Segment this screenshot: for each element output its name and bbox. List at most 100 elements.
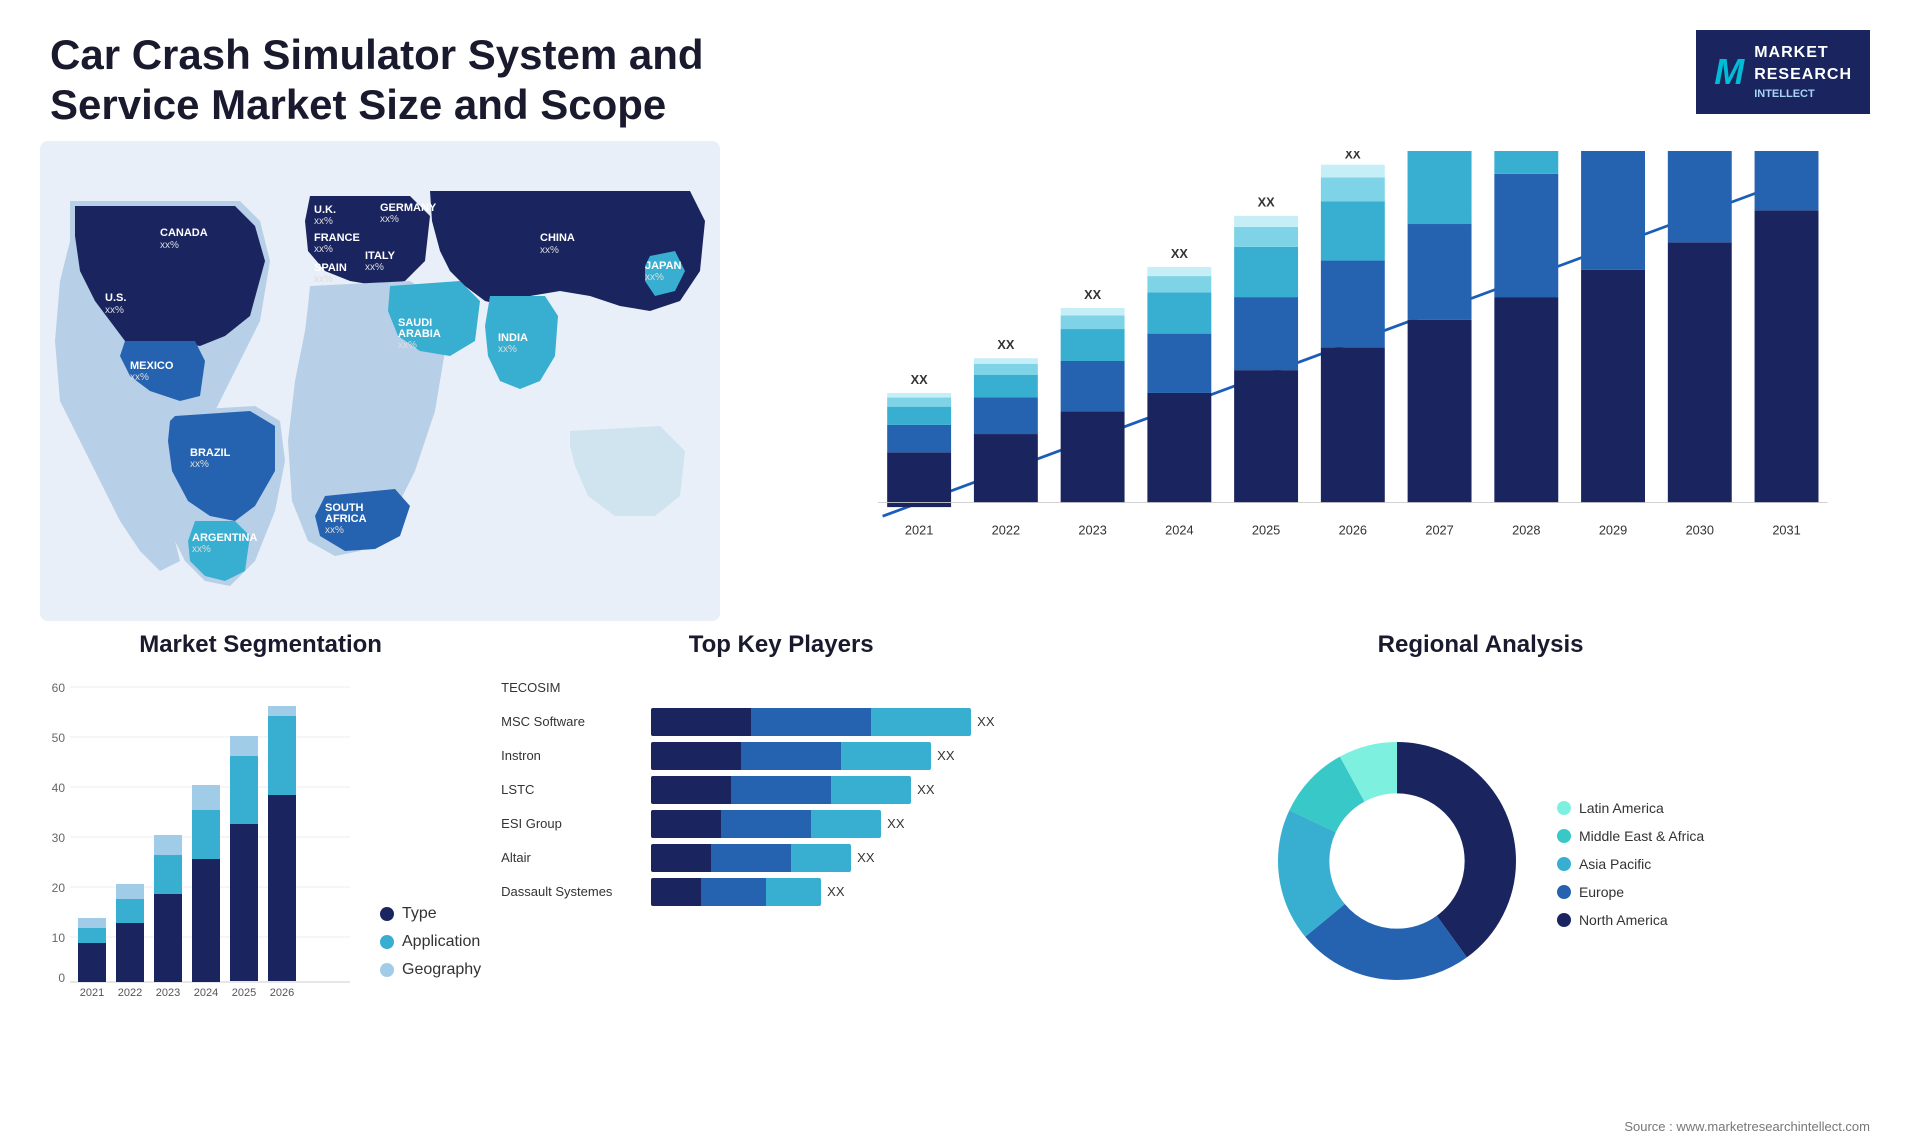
bar-2022: XX 2022: [974, 337, 1038, 537]
bar-seg3-lstc: [831, 776, 911, 804]
player-row-esi: ESI Group XX: [501, 810, 1061, 838]
svg-text:XX: XX: [997, 337, 1015, 352]
player-xx-instron: XX: [937, 748, 954, 763]
player-bar-wrap-msc: XX: [651, 708, 1061, 736]
dot-mea: [1557, 829, 1571, 843]
label-mexico: MEXICO: [130, 360, 174, 372]
bar-2030: XX 2030: [1668, 151, 1732, 537]
player-name-tecosim: TECOSIM: [501, 680, 641, 695]
player-bar-wrap-instron: XX: [651, 742, 1061, 770]
brand-line2: RESEARCH: [1754, 64, 1852, 86]
label-india: INDIA: [498, 332, 528, 344]
legend-application: Application: [380, 933, 481, 951]
label-mea: Middle East & Africa: [1579, 828, 1704, 844]
player-bar-lstc: [651, 776, 911, 804]
bar-seg2-dassault: [701, 878, 766, 906]
bar-seg3-instron: [841, 742, 931, 770]
top-players-section: Top Key Players TECOSIM MSC Software XX: [501, 631, 1061, 1061]
svg-text:XX: XX: [1345, 151, 1361, 161]
player-bar-wrap-dassault: XX: [651, 878, 1061, 906]
svg-text:xx%: xx%: [498, 344, 517, 355]
bar-2023: XX 2023: [1061, 287, 1125, 538]
bar-2024: XX 2024: [1147, 246, 1211, 538]
label-argentina: ARGENTINA: [192, 532, 257, 544]
bar-seg1-altair: [651, 844, 711, 872]
player-row-tecosim: TECOSIM: [501, 674, 1061, 702]
label-brazil: BRAZIL: [190, 447, 231, 459]
label-spain: SPAIN: [314, 262, 347, 274]
segmentation-title: Market Segmentation: [40, 631, 481, 659]
bar-seg2-altair: [711, 844, 791, 872]
svg-text:xx%: xx%: [325, 525, 344, 536]
player-bar-instron: [651, 742, 931, 770]
player-bar-esi: [651, 810, 881, 838]
svg-text:2025: 2025: [1252, 522, 1280, 537]
svg-text:2025: 2025: [232, 987, 256, 999]
legend-asia-pacific: Asia Pacific: [1557, 856, 1704, 872]
svg-text:2028: 2028: [1512, 522, 1540, 537]
legend-type: Type: [380, 905, 481, 923]
player-name-msc: MSC Software: [501, 714, 641, 729]
label-canada: CANADA: [160, 227, 208, 239]
brand-line1: MARKET: [1754, 42, 1852, 64]
dot-north-america: [1557, 913, 1571, 927]
world-map-container: CANADA xx% U.S. xx% MEXICO xx% BRAZIL xx…: [40, 141, 720, 621]
bar-seg2-lstc: [731, 776, 831, 804]
logo-area: M MARKET RESEARCH INTELLECT: [1696, 30, 1870, 114]
svg-text:2024: 2024: [194, 987, 218, 999]
svg-text:2031: 2031: [1772, 522, 1800, 537]
label-latin-america: Latin America: [1579, 800, 1664, 816]
legend-dot-application: [380, 935, 394, 949]
svg-text:10: 10: [52, 931, 66, 945]
legend-label-geography: Geography: [402, 961, 481, 979]
legend-dot-type: [380, 907, 394, 921]
player-row-altair: Altair XX: [501, 844, 1061, 872]
player-name-dassault: Dassault Systemes: [501, 884, 641, 899]
label-us: U.S.: [105, 292, 126, 304]
svg-text:2027: 2027: [1425, 522, 1453, 537]
svg-text:2030: 2030: [1686, 522, 1714, 537]
svg-text:2022: 2022: [992, 522, 1020, 537]
segmentation-section: Market Segmentation 60 50 40 30 20 10 0: [40, 631, 481, 1061]
legend-label-application: Application: [402, 933, 480, 951]
svg-text:XX: XX: [1171, 246, 1189, 261]
bar-chart-svg: XX 2021 XX 2022 XX 2023: [800, 151, 1860, 571]
bar-seg3-dassault: [766, 878, 821, 906]
svg-text:2024: 2024: [1165, 522, 1193, 537]
svg-text:2021: 2021: [80, 987, 104, 999]
bar-seg1-msc: [651, 708, 751, 736]
seg-svg-wrapper: 60 50 40 30 20 10 0: [40, 674, 360, 1009]
label-uk: U.K.: [314, 204, 336, 216]
player-name-altair: Altair: [501, 850, 641, 865]
legend-mea: Middle East & Africa: [1557, 828, 1704, 844]
svg-text:XX: XX: [1084, 287, 1102, 302]
legend-geography: Geography: [380, 961, 481, 979]
bottom-section: Market Segmentation 60 50 40 30 20 10 0: [0, 631, 1920, 1061]
bar-seg3-esi: [811, 810, 881, 838]
logo-box: M MARKET RESEARCH INTELLECT: [1696, 30, 1870, 114]
world-map-svg: CANADA xx% U.S. xx% MEXICO xx% BRAZIL xx…: [40, 141, 720, 621]
svg-text:0: 0: [58, 971, 65, 985]
player-name-instron: Instron: [501, 748, 641, 763]
logo-text: MARKET RESEARCH INTELLECT: [1754, 42, 1852, 102]
seg-bar-svg: 60 50 40 30 20 10 0: [40, 674, 360, 1004]
legend-europe: Europe: [1557, 884, 1704, 900]
bar-seg2-esi: [721, 810, 811, 838]
svg-text:xx%: xx%: [192, 544, 211, 555]
bar-2029: XX 2029: [1581, 151, 1645, 537]
bar-chart-container: XX 2021 XX 2022 XX 2023: [740, 141, 1880, 621]
bar-2026: XX 2026: [1321, 151, 1385, 537]
bar-2025: XX 2025: [1234, 194, 1298, 537]
players-list: TECOSIM MSC Software XX Instron: [501, 674, 1061, 906]
player-bar-altair: [651, 844, 851, 872]
svg-text:xx%: xx%: [314, 274, 333, 285]
legend-north-america: North America: [1557, 912, 1704, 928]
svg-text:xx%: xx%: [645, 272, 664, 283]
bar-2021: XX 2021: [887, 372, 951, 538]
segmentation-chart: 60 50 40 30 20 10 0: [40, 674, 481, 1009]
svg-text:60: 60: [52, 681, 66, 695]
player-row-dassault: Dassault Systemes XX: [501, 878, 1061, 906]
top-section: CANADA xx% U.S. xx% MEXICO xx% BRAZIL xx…: [0, 141, 1920, 621]
svg-text:xx%: xx%: [365, 262, 384, 273]
donut-legend: Latin America Middle East & Africa Asia …: [1557, 800, 1704, 928]
